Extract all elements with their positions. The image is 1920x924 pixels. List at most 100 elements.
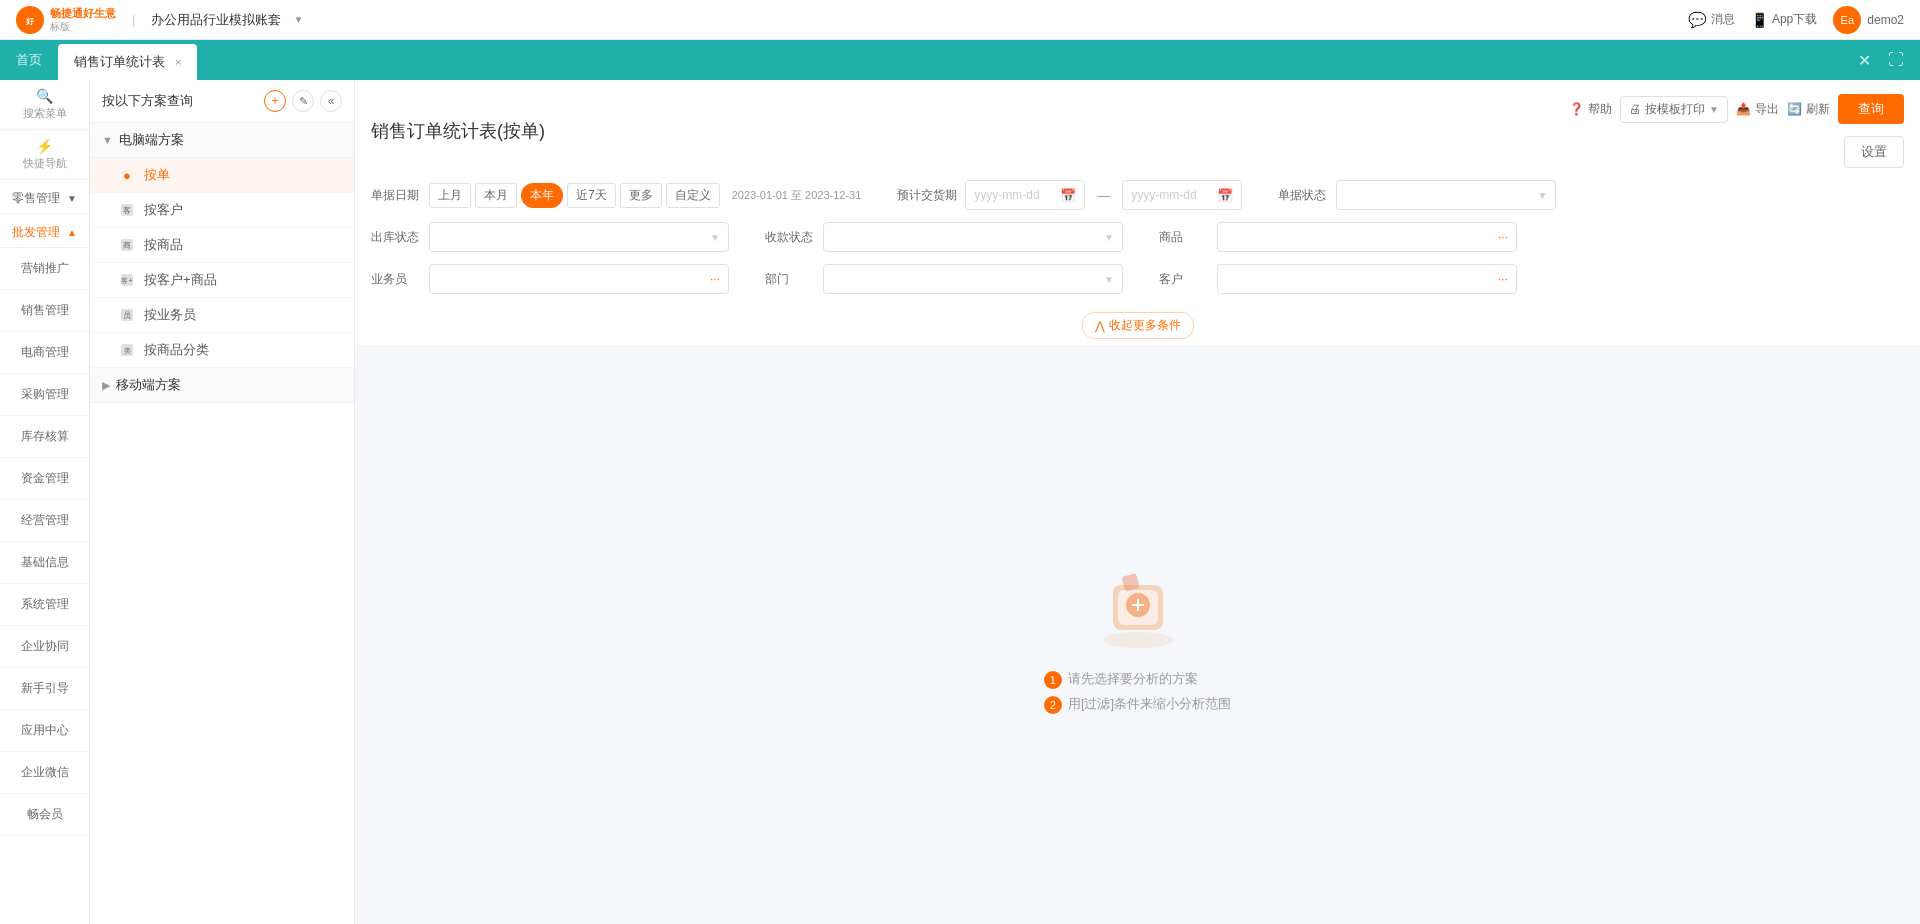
delivery-label: 出库状态	[371, 229, 421, 246]
calendar-end-icon[interactable]: 📅	[1217, 188, 1233, 203]
filter-row-2: 出库状态 ▼ 收款状态 ▼	[371, 222, 1904, 252]
department-select[interactable]: ▼	[823, 264, 1123, 294]
app-download-btn[interactable]: 📱 App下载	[1751, 11, 1817, 28]
panel-edit-btn[interactable]: ✎	[292, 90, 314, 112]
plan-group-pc-arrow: ▼	[102, 134, 113, 146]
message-btn[interactable]: 💬 消息	[1688, 11, 1735, 29]
plan-group-pc-header[interactable]: ▼ 电脑端方案	[90, 123, 354, 158]
panel-collapse-btn[interactable]: «	[320, 90, 342, 112]
date-filter-label: 单据日期	[371, 187, 421, 204]
plan-group-mobile-header[interactable]: ▶ 移动端方案	[90, 368, 354, 403]
collapse-label: 收起更多条件	[1109, 317, 1181, 334]
empty-illustration	[1088, 555, 1188, 658]
sidebar-item-应用中心[interactable]: 应用中心	[0, 710, 89, 752]
sidebar-retail-label: 零售管理	[12, 190, 60, 207]
expected-date-start[interactable]: yyyy-mm-dd 📅	[965, 180, 1085, 210]
window-expand-btn[interactable]: ⛶	[1884, 48, 1908, 72]
product-label: 商品	[1159, 229, 1209, 246]
sidebar-item-wholesale[interactable]: 批发管理 ▲	[0, 214, 89, 247]
collapse-filter-btn[interactable]: ⋀ 收起更多条件	[1082, 312, 1194, 339]
sidebar-item-经营管理[interactable]: 经营管理	[0, 500, 89, 542]
salesperson-label: 业务员	[371, 271, 421, 288]
user-avatar: Ea	[1833, 6, 1861, 34]
tab-active[interactable]: 销售订单统计表 ×	[58, 44, 197, 80]
delivery-status-select[interactable]: ▼	[429, 222, 729, 252]
refresh-btn[interactable]: 🔄 刷新	[1787, 101, 1830, 118]
tab-close-btn[interactable]: ×	[175, 56, 181, 68]
customer-input[interactable]: ···	[1217, 264, 1517, 294]
sidebar: 🔍 搜索菜单 ⚡ 快捷导航 零售管理 ▼ 批发管理 ▲ 营销推广销售管理电商管理…	[0, 80, 90, 924]
export-icon: 📤	[1736, 102, 1751, 116]
tab-active-label: 销售订单统计表	[74, 53, 165, 71]
sidebar-item-营销推广[interactable]: 营销推广	[0, 248, 89, 290]
plan-item-by-cust-product[interactable]: 客+ 按客户+商品	[90, 263, 354, 298]
sidebar-group-retail: 零售管理 ▼	[0, 180, 89, 214]
btn-custom-date[interactable]: 自定义	[666, 183, 720, 208]
sidebar-item-销售管理[interactable]: 销售管理	[0, 290, 89, 332]
help-btn[interactable]: ❓ 帮助	[1569, 101, 1612, 118]
sidebar-item-基础信息[interactable]: 基础信息	[0, 542, 89, 584]
svg-text:商: 商	[123, 241, 131, 250]
plan-item-icon-cust-product: 客+	[118, 271, 136, 289]
main-layout: 🔍 搜索菜单 ⚡ 快捷导航 零售管理 ▼ 批发管理 ▲ 营销推广销售管理电商管理…	[0, 80, 1920, 924]
btn-this-month[interactable]: 本月	[475, 183, 517, 208]
calendar-start-icon[interactable]: 📅	[1060, 188, 1076, 203]
sidebar-item-企业协同[interactable]: 企业协同	[0, 626, 89, 668]
user-area[interactable]: Ea demo2	[1833, 6, 1904, 34]
sidebar-item-畅会员[interactable]: 畅会员	[0, 794, 89, 836]
tab-home[interactable]: 首页	[0, 40, 58, 80]
plan-item-by-product[interactable]: 商 按商品	[90, 228, 354, 263]
btn-this-year[interactable]: 本年	[521, 183, 563, 208]
sidebar-item-库存核算[interactable]: 库存核算	[0, 416, 89, 458]
sidebar-item-企业微信[interactable]: 企业微信	[0, 752, 89, 794]
plan-item-by-category[interactable]: 类 按商品分类	[90, 333, 354, 368]
filter-delivery: 出库状态 ▼	[371, 222, 729, 252]
sidebar-item-retail[interactable]: 零售管理 ▼	[0, 180, 89, 213]
plan-item-by-customer[interactable]: 客 按客户	[90, 193, 354, 228]
expected-date-end-placeholder: yyyy-mm-dd	[1131, 188, 1196, 202]
sidebar-item-系统管理[interactable]: 系统管理	[0, 584, 89, 626]
sidebar-item-新手引导[interactable]: 新手引导	[0, 668, 89, 710]
svg-text:客+: 客+	[121, 277, 132, 284]
btn-more-date[interactable]: 更多	[620, 183, 662, 208]
sidebar-nav-quicknav[interactable]: ⚡ 快捷导航	[0, 130, 89, 180]
app-dropdown-arrow[interactable]: ▼	[293, 14, 303, 25]
left-panel-title: 按以下方案查询	[102, 92, 193, 110]
bill-status-label: 单据状态	[1278, 187, 1328, 204]
payment-status-select[interactable]: ▼	[823, 222, 1123, 252]
plan-item-by-salesperson[interactable]: 员 按业务员	[90, 298, 354, 333]
tab-bar: 首页 销售订单统计表 × ✕ ⛶	[0, 40, 1920, 80]
export-btn[interactable]: 📤 导出	[1736, 101, 1779, 118]
sidebar-search[interactable]: 🔍 搜索菜单	[0, 80, 89, 130]
sidebar-item-采购管理[interactable]: 采购管理	[0, 374, 89, 416]
top-bar-right: 💬 消息 📱 App下载 Ea demo2	[1688, 6, 1904, 34]
settings-btn[interactable]: 设置	[1844, 136, 1904, 168]
bill-status-select[interactable]: ▼	[1336, 180, 1556, 210]
hint-text-2: 用[过滤]条件来缩小分析范围	[1068, 695, 1231, 713]
delivery-arrow-icon: ▼	[710, 232, 720, 243]
hint-num-2: 2	[1044, 696, 1062, 714]
expected-date-end[interactable]: yyyy-mm-dd 📅	[1122, 180, 1242, 210]
btn-last-month[interactable]: 上月	[429, 183, 471, 208]
empty-hint-2: 2 用[过滤]条件来缩小分析范围	[1044, 695, 1231, 714]
sidebar-item-电商管理[interactable]: 电商管理	[0, 332, 89, 374]
sidebar-item-资金管理[interactable]: 资金管理	[0, 458, 89, 500]
btn-last7days[interactable]: 近7天	[567, 183, 616, 208]
svg-text:员: 员	[123, 311, 131, 320]
template-print-btn[interactable]: 🖨 按模板打印 ▼	[1620, 96, 1728, 123]
salesperson-input[interactable]: ···	[429, 264, 729, 294]
payment-label: 收款状态	[765, 229, 815, 246]
date-range-text: 2023-01-01 至 2023-12-31	[732, 188, 862, 203]
product-input[interactable]: ···	[1217, 222, 1517, 252]
sidebar-quicknav-label: 快捷导航	[8, 156, 81, 171]
filter-bill-status: 单据状态 ▼	[1278, 180, 1556, 210]
user-name: demo2	[1867, 13, 1904, 27]
panel-add-btn[interactable]: +	[264, 90, 286, 112]
query-btn[interactable]: 查询	[1838, 94, 1904, 124]
plan-group-pc-label: 电脑端方案	[119, 131, 184, 149]
help-label: 帮助	[1588, 101, 1612, 118]
download-icon: 📱	[1751, 12, 1768, 28]
plan-item-by-order[interactable]: ● 按单	[90, 158, 354, 193]
window-close-btn[interactable]: ✕	[1852, 48, 1876, 72]
plan-item-label-salesperson: 按业务员	[144, 306, 196, 324]
